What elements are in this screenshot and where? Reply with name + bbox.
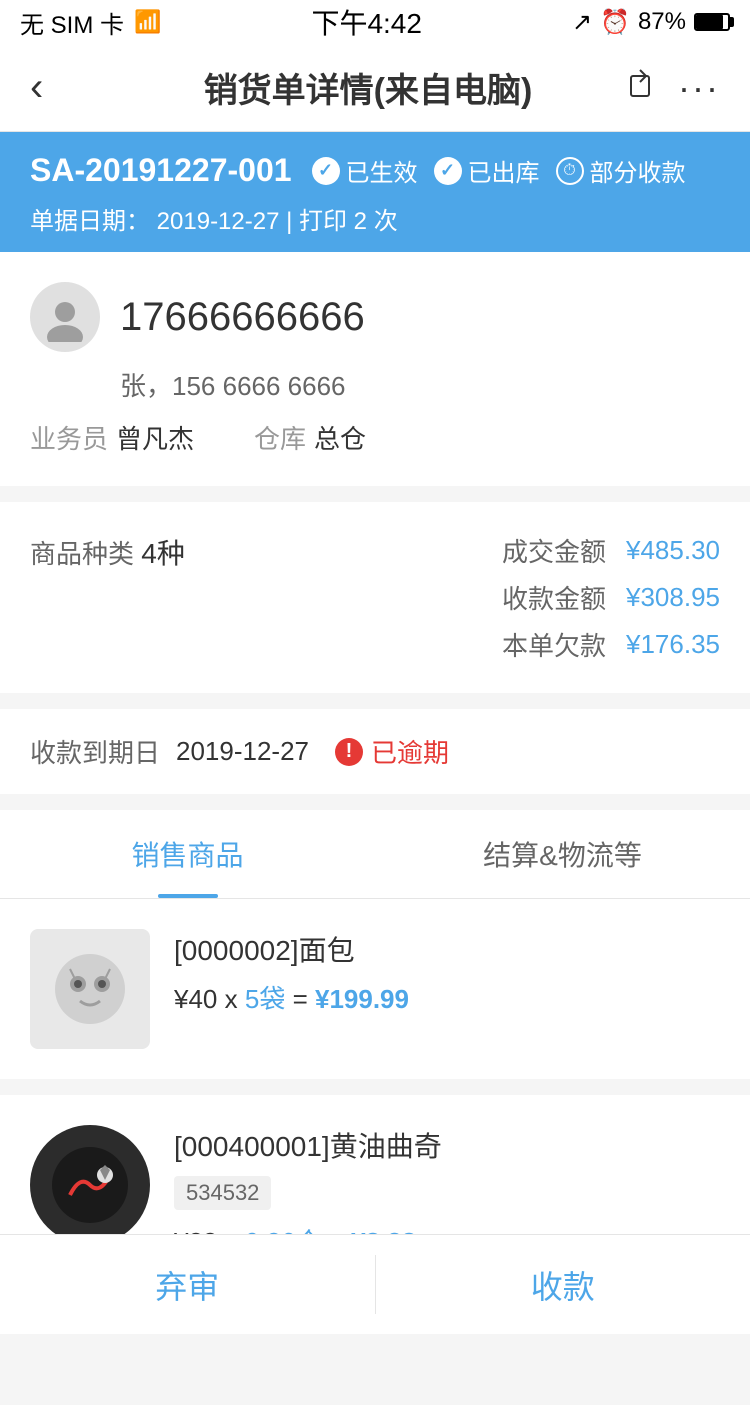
overdue-badge: ! 已逾期 [335,733,449,770]
product-type-label: 商品种类 [30,539,134,569]
received-value: ¥308.95 [626,582,720,613]
stats-right: 成交金额 ¥485.30 收款金额 ¥308.95 本单欠款 ¥176.35 [502,532,720,663]
amount-label: 成交金额 [502,532,606,569]
status-right: ↗ ⏰ 87% [572,8,730,37]
check-icon-1 [312,157,340,185]
tab-sales-products[interactable]: 销售商品 [0,810,375,898]
salesperson-label: 业务员 [30,419,108,456]
nav-bar: ‹ 销货单详情(来自电脑) ··· [0,44,750,132]
avatar [30,282,100,352]
product-type-count: 4种 [141,538,185,569]
owed-value: ¥176.35 [626,629,720,660]
stats-section: 商品种类 4种 成交金额 ¥485.30 收款金额 ¥308.95 本单欠款 ¥… [0,502,750,693]
due-section: 收款到期日 2019-12-27 ! 已逾期 [0,709,750,794]
status-bar: 无 SIM 卡 📶 下午4:42 ↗ ⏰ 87% [0,0,750,44]
more-icon[interactable]: ··· [678,67,720,109]
warehouse-value: 总仓 [314,419,366,456]
list-item: [0000002]面包 ¥40 x 5袋 = ¥199.99 [0,899,750,1079]
page-title: 销货单详情(来自电脑) [204,63,533,112]
product-name-2: [000400001]黄油曲奇 [174,1125,720,1165]
status-tags: 已生效 已出库 ⏱ 部分收款 [312,153,686,188]
stats-left: 商品种类 4种 [30,532,185,572]
customer-id: 17666666666 [120,295,365,340]
location-icon: ↗ [572,8,592,37]
alarm-icon: ⏰ [600,8,630,37]
time-label: 下午4:42 [311,2,422,42]
status-shipped: 已出库 [434,153,540,188]
product-name-1: [0000002]面包 [174,929,720,969]
product-list: [0000002]面包 ¥40 x 5袋 = ¥199.99 [00040000… [0,899,750,1289]
received-label: 收款金额 [502,579,606,616]
overdue-text: 已逾期 [371,733,449,770]
battery-icon [694,13,730,31]
tab-settlement[interactable]: 结算&物流等 [375,810,750,898]
product-price-1: ¥40 x 5袋 = ¥199.99 [174,979,720,1016]
product-thumbnail-1 [30,929,150,1049]
header-banner: SA-20191227-001 已生效 已出库 ⏱ 部分收款 单据日期： 201… [0,132,750,252]
overdue-icon: ! [335,738,363,766]
back-button[interactable]: ‹ [30,65,43,110]
tabs-section: 销售商品 结算&物流等 [0,810,750,899]
customer-section: 17666666666 张，156 6666 6666 业务员 曾凡杰 仓库 总… [0,252,750,486]
status-partial: ⏱ 部分收款 [556,153,686,188]
bottom-bar: 弃审 收款 [0,1234,750,1334]
status-activated: 已生效 [312,153,418,188]
warehouse-label: 仓库 [254,419,306,456]
cancel-button[interactable]: 弃审 [0,1235,375,1334]
product-info-1: [0000002]面包 ¥40 x 5袋 = ¥199.99 [174,929,720,1016]
wifi-icon: 📶 [134,9,161,35]
customer-contact: 张，156 6666 6666 [30,366,720,403]
battery-label: 87% [638,8,686,36]
clock-icon: ⏱ [556,157,584,185]
product-batch-2: 534532 [174,1176,271,1210]
customer-meta: 业务员 曾凡杰 仓库 总仓 [30,419,720,456]
owed-label: 本单欠款 [502,626,606,663]
nav-right: ··· [626,67,720,109]
carrier-label: 无 SIM 卡 [20,5,124,40]
order-id: SA-20191227-001 [30,152,292,189]
check-icon-2 [434,157,462,185]
due-date: 2019-12-27 [176,736,309,767]
status-left: 无 SIM 卡 📶 [20,5,161,40]
amount-value: ¥485.30 [626,535,720,566]
share-icon[interactable] [626,68,658,108]
confirm-button[interactable]: 收款 [376,1235,750,1334]
due-label: 收款到期日 [30,733,160,770]
nav-left: ‹ [30,65,110,110]
order-date-line: 单据日期： 2019-12-27 | 打印 2 次 [30,201,720,236]
product-thumbnail-2 [30,1125,150,1245]
salesperson-value: 曾凡杰 [116,419,194,456]
